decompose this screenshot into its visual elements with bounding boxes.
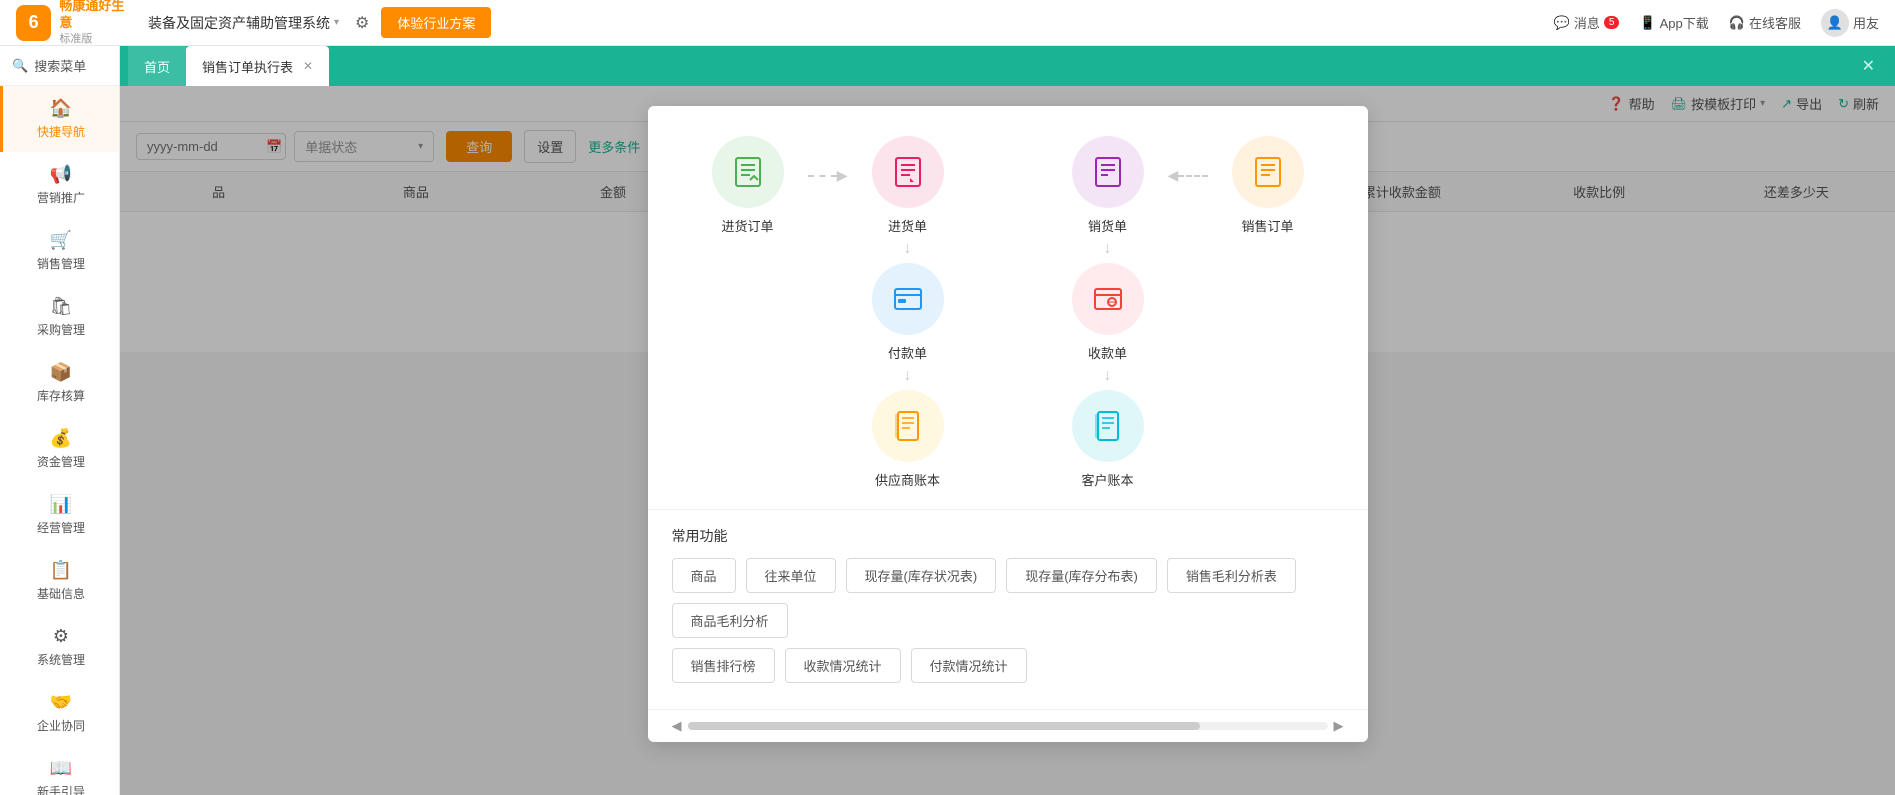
arrow-down-payment-icon: ↓: [848, 367, 968, 385]
arrow-right-icon: ▶: [837, 167, 848, 184]
arrow-left-icon: ◀: [1168, 167, 1179, 184]
arrow-down-sales-icon: ↓: [1048, 240, 1168, 258]
common-func-title: 常用功能: [672, 526, 1344, 546]
flow-item-payment-bill[interactable]: 付款单: [848, 263, 968, 362]
system-title-select[interactable]: 装备及固定资产辅助管理系统 ▾: [148, 13, 339, 33]
sales-icon: 🛒: [50, 230, 72, 251]
sidebar-item-marketing[interactable]: 📢 营销推广: [0, 152, 119, 218]
system-icon: ⚙: [53, 626, 69, 647]
arrow-down-receipt-icon: ↓: [1048, 367, 1168, 385]
func-btn-sales-profit[interactable]: 销售毛利分析表: [1167, 558, 1296, 593]
func-btn-partner[interactable]: 往来单位: [746, 558, 836, 593]
scroll-row: ◀ ▶: [648, 709, 1368, 742]
purchase-bill-circle: [872, 136, 944, 208]
sales-order-circle: [1232, 136, 1304, 208]
func-btn-receipt-stats[interactable]: 收款情况统计: [785, 648, 901, 683]
topbar-right: 💬 消息 5 📱 App下载 🎧 在线客服 👤 用友: [1554, 9, 1879, 37]
app-download-button[interactable]: 📱 App下载: [1639, 13, 1708, 32]
sidebar-item-newbie[interactable]: 📖 新手引导: [0, 746, 119, 795]
gear-icon[interactable]: ⚙: [355, 13, 369, 33]
sales-bill-circle: [1072, 136, 1144, 208]
sidebar-item-inventory[interactable]: 📦 库存核算: [0, 350, 119, 416]
sidebar-item-finance[interactable]: 💰 资金管理: [0, 416, 119, 482]
tab-sales-order[interactable]: 销售订单执行表 ✕: [186, 46, 329, 86]
search-icon: 🔍: [12, 58, 28, 74]
sidebar-item-sales[interactable]: 🛒 销售管理: [0, 218, 119, 284]
experience-button[interactable]: 体验行业方案: [381, 7, 491, 38]
scroll-right-icon[interactable]: ▶: [1334, 718, 1344, 734]
func-btn-stock-status[interactable]: 现存量(库存状况表): [846, 558, 997, 593]
newbie-icon: 📖: [50, 758, 72, 779]
topbar: 6 畅康通好生意 标准版 装备及固定资产辅助管理系统 ▾ ⚙ 体验行业方案 💬 …: [0, 0, 1895, 46]
func-btn-stock-dist[interactable]: 现存量(库存分布表): [1006, 558, 1157, 593]
main-area: 🔍 搜索菜单 🏠 快捷导航 📢 营销推广 🛒 销售管理 🛍 采购管理 📦: [0, 46, 1895, 795]
inventory-icon: 📦: [50, 362, 72, 383]
headset-icon: 🎧: [1729, 15, 1745, 31]
scroll-track[interactable]: [688, 722, 1328, 730]
logo-text: 畅康通好生意 标准版: [59, 0, 136, 47]
arrow-down-purchase-icon: ↓: [848, 240, 968, 258]
flow-item-purchase-order[interactable]: 进货订单: [688, 136, 808, 235]
logo-area: 6 畅康通好生意 标准版: [16, 0, 136, 47]
func-btn-product-profit[interactable]: 商品毛利分析: [672, 603, 788, 638]
sidebar-item-basic[interactable]: 📋 基础信息: [0, 548, 119, 614]
flow-item-sales-bill[interactable]: 销货单: [1048, 136, 1168, 235]
func-btns-row1: 商品 往来单位 现存量(库存状况表) 现存量(库存分布表) 销售毛利分析表 商品…: [672, 558, 1344, 638]
sidebar-item-purchase[interactable]: 🛍 采购管理: [0, 284, 119, 350]
flow-item-purchase-bill[interactable]: 进货单: [848, 136, 968, 235]
dropdown-arrow-icon: ▾: [334, 17, 339, 28]
purchase-icon: 🛍: [50, 296, 73, 317]
sidebar-item-quick-nav[interactable]: 🏠 快捷导航: [0, 86, 119, 152]
flow-modal: 进货订单 ▶: [648, 106, 1368, 742]
page-content: ❓ 帮助 🖨 按模板打印 ▾ ↗ 导出 ↻ 刷新: [120, 86, 1895, 795]
flow-item-sales-order[interactable]: 销售订单: [1208, 136, 1328, 235]
func-btns-row2: 销售排行榜 收款情况统计 付款情况统计: [672, 648, 1344, 683]
operation-icon: 📊: [50, 494, 72, 515]
tab-bar-close-icon[interactable]: ✕: [1850, 56, 1887, 76]
flow-item-supplier-ledger[interactable]: 供应商账本: [848, 390, 968, 489]
func-btn-payment-stats[interactable]: 付款情况统计: [911, 648, 1027, 683]
message-icon: 💬: [1554, 15, 1570, 31]
basic-icon: 📋: [50, 560, 72, 581]
sidebar-item-collab[interactable]: 🤝 企业协同: [0, 680, 119, 746]
sidebar-item-system[interactable]: ⚙ 系统管理: [0, 614, 119, 680]
flow-item-customer-ledger[interactable]: 客户账本: [1048, 390, 1168, 489]
user-menu[interactable]: 👤 用友: [1821, 9, 1879, 37]
common-func-area: 常用功能 商品 往来单位 现存量(库存状况表) 现存量(库存分布表) 销售毛利分…: [648, 509, 1368, 709]
online-service-button[interactable]: 🎧 在线客服: [1729, 13, 1801, 32]
avatar: 👤: [1821, 9, 1849, 37]
receipt-bill-circle: [1072, 263, 1144, 335]
home-icon: 🏠: [50, 98, 72, 119]
message-badge: 5: [1604, 16, 1620, 29]
tab-bar: 首页 销售订单执行表 ✕ ✕: [120, 46, 1895, 86]
scroll-left-icon[interactable]: ◀: [672, 718, 682, 734]
search-menu[interactable]: 🔍 搜索菜单: [0, 46, 119, 86]
logo-icon: 6: [16, 5, 51, 41]
customer-ledger-circle: [1072, 390, 1144, 462]
sidebar-item-operation[interactable]: 📊 经营管理: [0, 482, 119, 548]
flow-item-receipt-bill[interactable]: 收款单: [1048, 263, 1168, 362]
purchase-order-circle: [712, 136, 784, 208]
tab-home[interactable]: 首页: [128, 46, 186, 86]
flow-area: 进货订单 ▶: [648, 106, 1368, 509]
overlay[interactable]: 进货订单 ▶: [120, 86, 1895, 795]
message-button[interactable]: 💬 消息 5: [1554, 13, 1620, 32]
scroll-thumb: [688, 722, 1200, 730]
content-area: 首页 销售订单执行表 ✕ ✕ ❓ 帮助 🖨 按: [120, 46, 1895, 795]
supplier-ledger-circle: [872, 390, 944, 462]
payment-bill-circle: [872, 263, 944, 335]
finance-icon: 💰: [50, 428, 72, 449]
sidebar: 🔍 搜索菜单 🏠 快捷导航 📢 营销推广 🛒 销售管理 🛍 采购管理 📦: [0, 46, 120, 795]
mobile-icon: 📱: [1639, 15, 1655, 31]
func-btn-sales-rank[interactable]: 销售排行榜: [672, 648, 775, 683]
tab-close-icon[interactable]: ✕: [303, 59, 313, 73]
marketing-icon: 📢: [50, 164, 72, 185]
func-btn-product[interactable]: 商品: [672, 558, 736, 593]
collab-icon: 🤝: [50, 692, 72, 713]
